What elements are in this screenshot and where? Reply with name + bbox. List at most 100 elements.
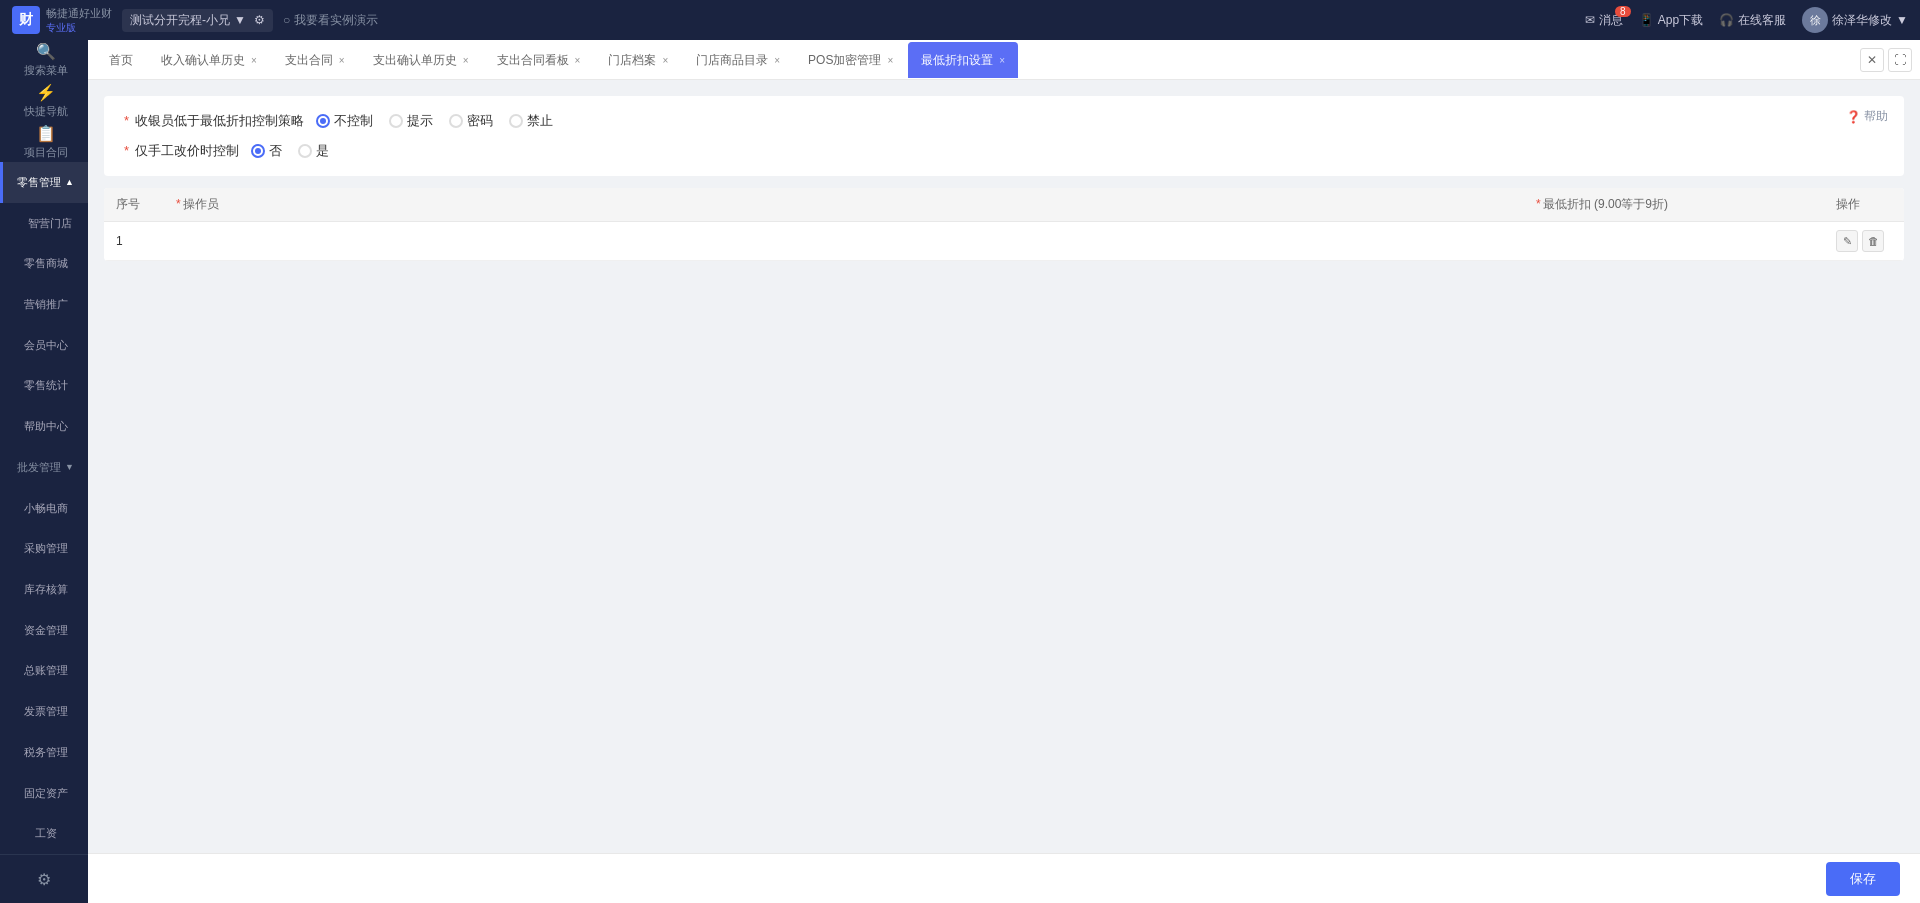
form-card: ❓ 帮助 * 收银员低于最低折扣控制策略 不控制 xyxy=(104,96,1904,176)
tab-close-store-product[interactable]: × xyxy=(774,55,780,66)
policy-radio-group: 不控制 提示 密码 禁止 xyxy=(316,112,553,130)
radio-forbid[interactable]: 禁止 xyxy=(509,112,553,130)
tab-min-discount[interactable]: 最低折扣设置 × xyxy=(908,42,1018,78)
sidebar-item-member[interactable]: 会员中心 xyxy=(0,325,88,366)
save-button[interactable]: 保存 xyxy=(1826,862,1900,896)
tab-close-payment-board[interactable]: × xyxy=(575,55,581,66)
sidebar-item-ledger[interactable]: 总账管理 xyxy=(0,651,88,692)
sidebar-item-assets[interactable]: 固定资产 xyxy=(0,773,88,814)
help-btn[interactable]: ❓ 帮助 xyxy=(1846,108,1888,125)
sidebar-item-retail-stats[interactable]: 零售统计 xyxy=(0,366,88,407)
clipboard-icon: 📋 xyxy=(36,124,56,143)
tab-close-min-discount[interactable]: × xyxy=(999,55,1005,66)
tab-income-history[interactable]: 收入确认单历史 × xyxy=(148,42,270,78)
cell-operator xyxy=(164,222,1524,261)
sidebar-item-smart-store[interactable]: 智营门店 xyxy=(0,203,88,244)
tab-close-income-history[interactable]: × xyxy=(251,55,257,66)
chevron-down-icon: ▼ xyxy=(65,462,74,472)
page-footer: 保存 xyxy=(88,853,1920,903)
sidebar-item-wholesale[interactable]: 批发管理 ▼ xyxy=(0,447,88,488)
tab-expand-btn[interactable]: ⛶ xyxy=(1888,48,1912,72)
sidebar-item-retail-mall[interactable]: 零售商城 xyxy=(0,244,88,285)
sidebar-item-inventory[interactable]: 库存核算 xyxy=(0,569,88,610)
col-header-action: 操作 xyxy=(1824,188,1904,222)
cell-action: ✎ 🗑 xyxy=(1824,222,1904,261)
sidebar-item-search[interactable]: 🔍 搜索菜单 xyxy=(0,40,88,81)
search-icon: 🔍 xyxy=(36,42,56,61)
tab-bar: 首页 收入确认单历史 × 支出合同 × 支出确认单历史 × 支出合同看板 × 门… xyxy=(88,40,1920,80)
tab-payment-contract[interactable]: 支出合同 × xyxy=(272,42,358,78)
edit-row-btn[interactable]: ✎ xyxy=(1836,230,1858,252)
table-card: 序号 *操作员 *最低折扣 (9.00等于9折) 操作 1 xyxy=(104,188,1904,261)
manual-control-row: * 仅手工改价时控制 否 是 xyxy=(124,142,1884,160)
user-menu[interactable]: 徐 徐泽华修改 ▼ xyxy=(1802,7,1908,33)
manual-label: * 仅手工改价时控制 xyxy=(124,142,239,160)
sidebar-item-ecommerce[interactable]: 小畅电商 xyxy=(0,488,88,529)
table-header-row: 序号 *操作员 *最低折扣 (9.00等于9折) 操作 xyxy=(104,188,1904,222)
message-icon: ✉ xyxy=(1585,13,1595,27)
tab-bar-actions: ✕ ⛶ xyxy=(1860,48,1912,72)
tab-payment-board[interactable]: 支出合同看板 × xyxy=(484,42,594,78)
tab-close-pos-password[interactable]: × xyxy=(887,55,893,66)
online-service-btn[interactable]: 🎧 在线客服 xyxy=(1719,12,1786,29)
discount-table: 序号 *操作员 *最低折扣 (9.00等于9折) 操作 1 xyxy=(104,188,1904,261)
policy-row: * 收银员低于最低折扣控制策略 不控制 提示 xyxy=(124,112,1884,130)
radio-password[interactable]: 密码 xyxy=(449,112,493,130)
topbar-actions: ✉ 消息 8 📱 App下载 🎧 在线客服 徐 徐泽华修改 ▼ xyxy=(1585,7,1908,33)
row-action-btns: ✎ 🗑 xyxy=(1836,230,1892,252)
message-badge: 8 xyxy=(1615,6,1631,17)
sidebar-item-shortcut[interactable]: ⚡ 快捷导航 xyxy=(0,81,88,122)
tab-payment-history[interactable]: 支出确认单历史 × xyxy=(360,42,482,78)
tab-home[interactable]: 首页 xyxy=(96,42,146,78)
sidebar-item-payroll[interactable]: 工资 xyxy=(0,813,88,854)
radio-no-control[interactable]: 不控制 xyxy=(316,112,373,130)
sidebar-item-help[interactable]: 帮助中心 xyxy=(0,406,88,447)
chevron-down-icon: ▼ xyxy=(234,13,246,27)
radio-yes[interactable]: 是 xyxy=(298,142,329,160)
table-row: 1 ✎ 🗑 xyxy=(104,222,1904,261)
sidebar-item-invoice[interactable]: 发票管理 xyxy=(0,691,88,732)
tab-store-file[interactable]: 门店档案 × xyxy=(595,42,681,78)
question-icon: ❓ xyxy=(1846,110,1861,124)
headset-icon: 🎧 xyxy=(1719,13,1734,27)
lightning-icon: ⚡ xyxy=(36,83,56,102)
delete-row-btn[interactable]: 🗑 xyxy=(1862,230,1884,252)
circle-icon: ○ xyxy=(283,13,290,27)
page-content: ❓ 帮助 * 收银员低于最低折扣控制策略 不控制 xyxy=(88,80,1920,853)
topbar: 财 畅捷通好业财 专业版 测试分开完程-小兄 ▼ ⚙ ○ 我要看实例演示 ✉ 消… xyxy=(0,0,1920,40)
sidebar-item-retail[interactable]: 零售管理 ▲ xyxy=(0,162,88,203)
sidebar-settings-btn[interactable]: ⚙ xyxy=(0,855,88,903)
cell-seq: 1 xyxy=(104,222,164,261)
manual-radio-group: 否 是 xyxy=(251,142,329,160)
logo-text: 畅捷通好业财 专业版 xyxy=(46,6,112,33)
radio-tip[interactable]: 提示 xyxy=(389,112,433,130)
message-btn[interactable]: ✉ 消息 8 xyxy=(1585,12,1623,29)
app-download-btn[interactable]: 📱 App下载 xyxy=(1639,12,1703,29)
logo-icon: 财 xyxy=(12,6,40,34)
sidebar-item-tax[interactable]: 税务管理 xyxy=(0,732,88,773)
avatar: 徐 xyxy=(1802,7,1828,33)
policy-label: * 收银员低于最低折扣控制策略 xyxy=(124,112,304,130)
tab-store-product[interactable]: 门店商品目录 × xyxy=(683,42,793,78)
col-header-operator: *操作员 xyxy=(164,188,1524,222)
tab-pos-password[interactable]: POS加密管理 × xyxy=(795,42,906,78)
app-logo: 财 畅捷通好业财 专业版 xyxy=(12,6,112,34)
demo-link[interactable]: ○ 我要看实例演示 xyxy=(283,12,378,29)
settings-icon[interactable]: ⚙ xyxy=(254,13,265,27)
project-selector[interactable]: 测试分开完程-小兄 ▼ ⚙ xyxy=(122,9,273,32)
chevron-up-icon: ▲ xyxy=(65,177,74,187)
sidebar-item-marketing[interactable]: 营销推广 xyxy=(0,284,88,325)
cell-discount xyxy=(1524,222,1824,261)
sidebar: 🔍 搜索菜单 ⚡ 快捷导航 📋 项目合同 零售管理 ▲ 智营门店 零售商城 营销… xyxy=(0,40,88,903)
download-icon: 📱 xyxy=(1639,13,1654,27)
tab-close-payment-contract[interactable]: × xyxy=(339,55,345,66)
sidebar-item-contract[interactable]: 📋 项目合同 xyxy=(0,121,88,162)
chevron-down-icon: ▼ xyxy=(1896,13,1908,27)
col-header-discount: *最低折扣 (9.00等于9折) xyxy=(1524,188,1824,222)
tab-close-all-btn[interactable]: ✕ xyxy=(1860,48,1884,72)
tab-close-store-file[interactable]: × xyxy=(662,55,668,66)
sidebar-item-purchase[interactable]: 采购管理 xyxy=(0,528,88,569)
radio-no[interactable]: 否 xyxy=(251,142,282,160)
tab-close-payment-history[interactable]: × xyxy=(463,55,469,66)
sidebar-item-finance[interactable]: 资金管理 xyxy=(0,610,88,651)
